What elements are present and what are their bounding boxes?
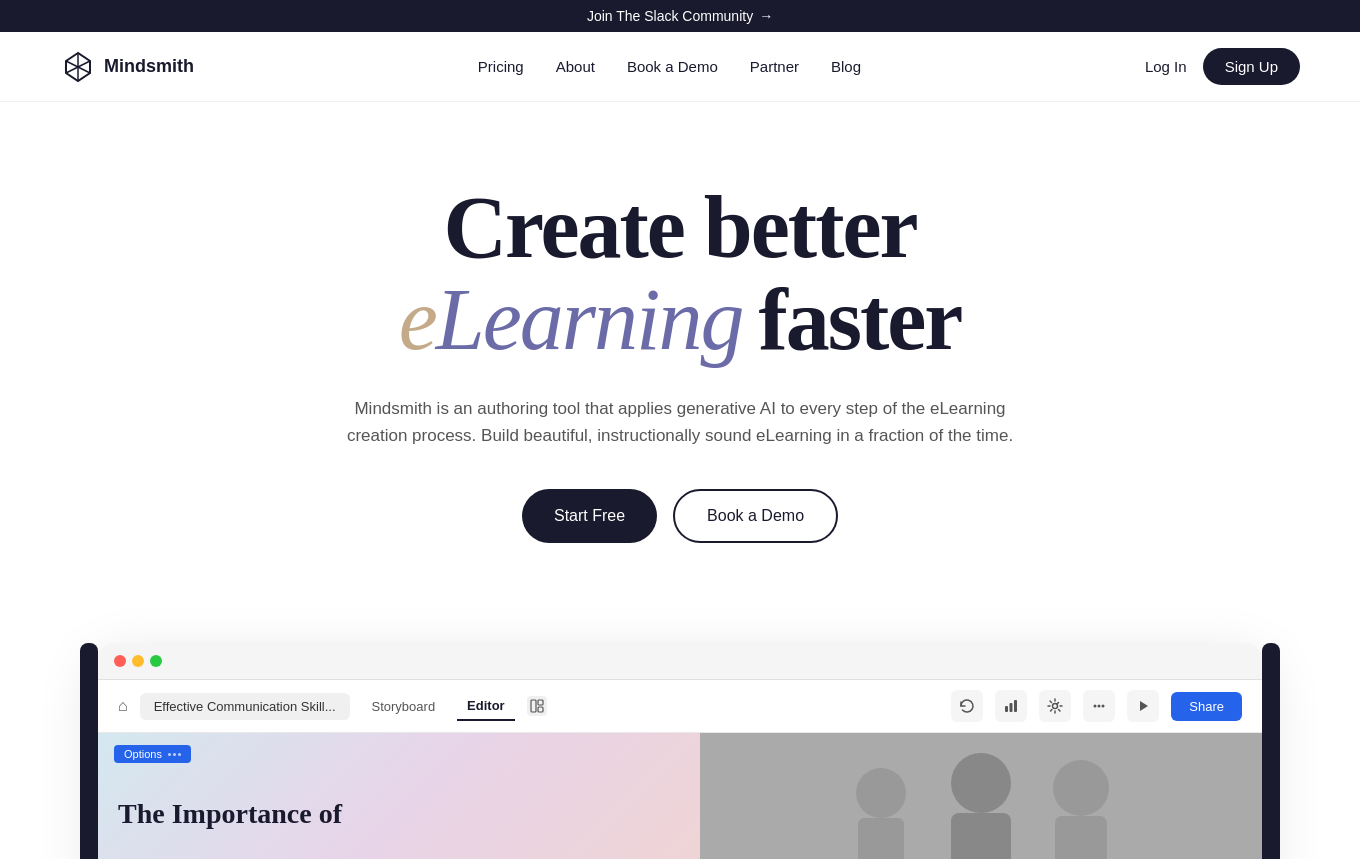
svg-rect-5 — [1014, 700, 1017, 712]
share-button[interactable]: Share — [1171, 692, 1242, 721]
navbar: Mindsmith Pricing About Book a Demo Part… — [0, 32, 1360, 102]
browser-dots — [114, 655, 162, 667]
app-content: Options The Importance of — [98, 733, 1262, 859]
svg-point-9 — [1102, 705, 1105, 708]
hero-section: Create better eLearning faster Mindsmith… — [180, 102, 1180, 603]
nav-links: Pricing About Book a Demo Partner Blog — [478, 58, 861, 76]
svg-point-16 — [1053, 760, 1109, 816]
options-badge[interactable]: Options — [114, 745, 191, 763]
home-icon[interactable]: ⌂ — [118, 697, 128, 715]
banner-text: Join The Slack Community — [587, 8, 753, 24]
app-preview-container: ⌂ Effective Communication Skill... Story… — [98, 643, 1262, 859]
svg-point-8 — [1098, 705, 1101, 708]
nav-partner[interactable]: Partner — [750, 58, 799, 75]
nav-actions: Log In Sign Up — [1145, 48, 1300, 85]
app-topbar-left: ⌂ Effective Communication Skill... Story… — [118, 692, 547, 721]
play-icon-btn[interactable] — [1127, 690, 1159, 722]
svg-rect-3 — [1005, 706, 1008, 712]
login-button[interactable]: Log In — [1145, 58, 1187, 75]
more-icon-btn[interactable] — [1083, 690, 1115, 722]
nav-pricing[interactable]: Pricing — [478, 58, 524, 75]
slide-heading: The Importance of — [118, 797, 342, 831]
logo[interactable]: Mindsmith — [60, 49, 194, 85]
chart-icon-btn[interactable] — [995, 690, 1027, 722]
dot-yellow — [132, 655, 144, 667]
options-dots — [168, 753, 181, 756]
svg-marker-10 — [1140, 701, 1148, 711]
faster-word: faster — [758, 274, 961, 366]
left-decorative-bar — [80, 643, 98, 859]
nav-book-demo[interactable]: Book a Demo — [627, 58, 718, 75]
layout-icon[interactable] — [527, 696, 547, 716]
svg-rect-15 — [858, 818, 904, 859]
right-decorative-bar — [1262, 643, 1280, 859]
svg-rect-4 — [1010, 703, 1013, 712]
nav-blog[interactable]: Blog — [831, 58, 861, 75]
browser-chrome — [98, 643, 1262, 680]
tab-storyboard[interactable]: Storyboard — [362, 693, 446, 720]
svg-rect-13 — [951, 813, 1011, 859]
course-title-tag[interactable]: Effective Communication Skill... — [140, 693, 350, 720]
app-preview-wrapper: ⌂ Effective Communication Skill... Story… — [0, 643, 1360, 859]
slide-right — [700, 733, 1262, 859]
settings-icon-btn[interactable] — [1039, 690, 1071, 722]
svg-rect-17 — [1055, 816, 1107, 859]
app-topbar: ⌂ Effective Communication Skill... Story… — [98, 680, 1262, 733]
logo-icon — [60, 49, 96, 85]
book-demo-button[interactable]: Book a Demo — [673, 489, 838, 543]
banner-arrow: → — [759, 8, 773, 24]
logo-text: Mindsmith — [104, 56, 194, 77]
slide-left: Options The Importance of — [98, 733, 700, 859]
start-free-button[interactable]: Start Free — [522, 489, 657, 543]
app-topbar-right: Share — [951, 690, 1242, 722]
options-label: Options — [124, 748, 162, 760]
elearning-word: eLearning — [399, 274, 743, 366]
tab-editor[interactable]: Editor — [457, 692, 515, 721]
hero-title-line2: eLearning faster — [200, 274, 1160, 366]
dot-red — [114, 655, 126, 667]
svg-rect-2 — [538, 707, 543, 712]
svg-point-7 — [1094, 705, 1097, 708]
dot-green — [150, 655, 162, 667]
svg-rect-1 — [538, 700, 543, 705]
svg-point-14 — [856, 768, 906, 818]
slack-community-link[interactable]: Join The Slack Community → — [20, 8, 1340, 24]
hero-buttons: Start Free Book a Demo — [200, 489, 1160, 543]
history-icon-btn[interactable] — [951, 690, 983, 722]
top-banner[interactable]: Join The Slack Community → — [0, 0, 1360, 32]
svg-rect-0 — [531, 700, 536, 712]
nav-about[interactable]: About — [556, 58, 595, 75]
hero-subtitle: Mindsmith is an authoring tool that appl… — [340, 395, 1020, 449]
people-image — [700, 733, 1262, 859]
hero-title-line1: Create better — [200, 182, 1160, 274]
svg-point-12 — [951, 753, 1011, 813]
signup-button[interactable]: Sign Up — [1203, 48, 1300, 85]
